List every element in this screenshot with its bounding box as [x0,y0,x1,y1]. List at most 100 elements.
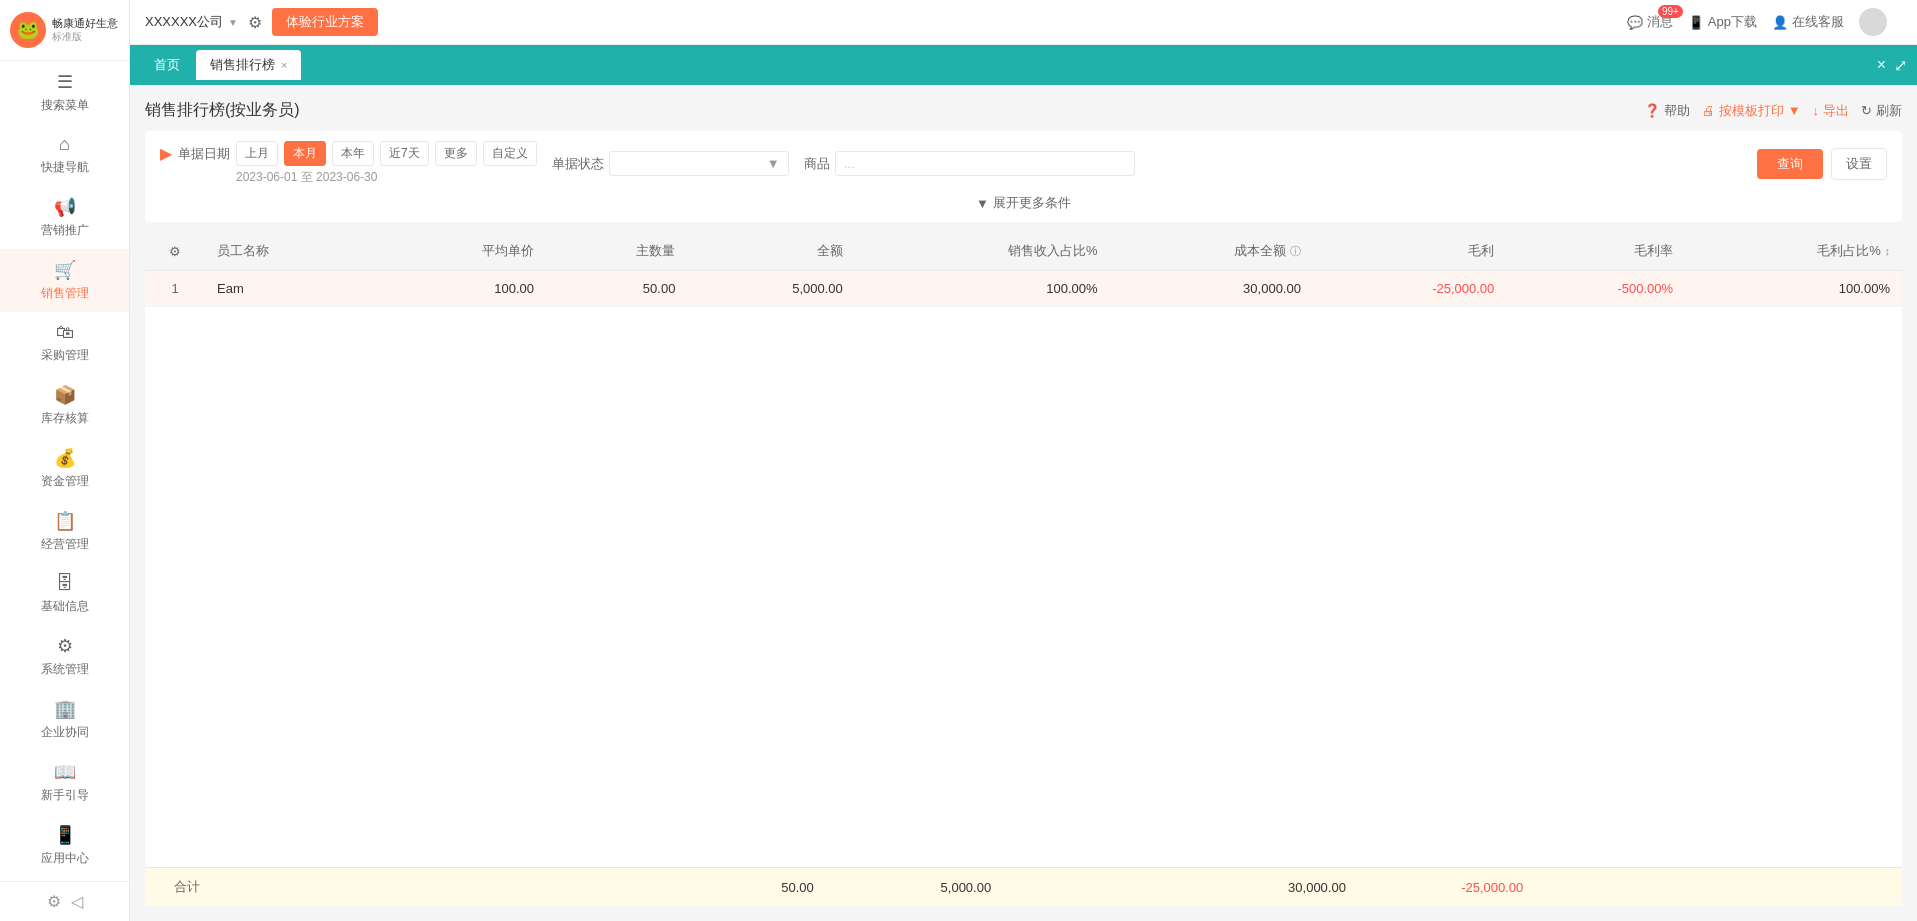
cell-sales-pct: 100.00% [855,271,1110,307]
online-service-button[interactable]: 👤 在线客服 [1772,13,1844,31]
help-icon: ❓ [1644,103,1660,118]
tabbar-right: × ⤢ [1877,56,1907,75]
date-btn-more[interactable]: 更多 [435,141,477,166]
sidebar-label-operation: 经营管理 [41,536,89,553]
date-btn-7-days[interactable]: 近7天 [380,141,429,166]
help-button[interactable]: ❓ 帮助 [1644,102,1690,120]
expand-down-icon: ▼ [976,196,989,211]
footer-gross-profit: -25,000.00 [1358,880,1535,895]
refresh-button[interactable]: ↻ 刷新 [1861,102,1902,120]
sidebar-item-guide[interactable]: 📖 新手引导 [0,751,129,814]
footer-gross-pct [1713,880,1890,895]
date-btn-current-month[interactable]: 本月 [284,141,326,166]
app-download-icon: 📱 [1688,15,1704,30]
settings-button[interactable]: 设置 [1831,148,1887,180]
table-row: 1 Eam 100.00 50.00 5,000.00 100.00% 30,0… [145,271,1902,307]
status-select[interactable]: ▼ [609,151,789,176]
col-header-gross-rate: 毛利率 [1506,232,1685,271]
sidebar-item-inventory[interactable]: 📦 库存核算 [0,374,129,437]
data-table: ⚙ 员工名称 平均单价 主数量 全额 销售收入占比% 成本全额 ⓘ 毛利 毛利率… [145,232,1902,307]
company-selector[interactable]: XXXXXX公司 ▼ [145,13,238,31]
status-filter-label: 单据状态 [552,155,604,173]
cell-name: Eam [205,271,376,307]
goods-input[interactable]: ... [835,151,1135,176]
avatar[interactable] [1859,8,1887,36]
logo-text-area: 畅康通好生意 标准版 [52,16,118,44]
sidebar-label-enterprise: 企业协同 [41,724,89,741]
finance-icon: 💰 [54,447,76,469]
print-button[interactable]: 🖨 按模板打印 ▼ [1702,102,1801,120]
table-scroll[interactable]: ⚙ 员工名称 平均单价 主数量 全额 销售收入占比% 成本全额 ⓘ 毛利 毛利率… [145,232,1902,867]
sidebar-item-enterprise[interactable]: 🏢 企业协同 [0,688,129,751]
print-dropdown-icon: ▼ [1788,103,1801,118]
logo-emoji: 🐸 [17,19,39,41]
date-filter-group: ▶ 单据日期 上月 本月 本年 近7天 更多 自定义 2023-06-01 至 … [160,141,537,186]
export-button[interactable]: ↓ 导出 [1813,102,1850,120]
sidebar-item-purchase[interactable]: 🛍 采购管理 [0,312,129,374]
sidebar-item-basic-info[interactable]: 🗄 基础信息 [0,563,129,625]
tab-minimize-icon[interactable]: × [1877,56,1886,74]
tab-maximize-icon[interactable]: ⤢ [1894,56,1907,75]
content-area: 销售排行榜(按业务员) ❓ 帮助 🖨 按模板打印 ▼ ↓ 导出 ↻ 刷新 [130,85,1917,921]
col-header-name: 员工名称 [205,232,376,271]
message-icon: 💬 [1627,15,1643,30]
tab-home[interactable]: 首页 [140,50,194,80]
sidebar-item-sales[interactable]: 🛒 销售管理 [0,249,129,312]
date-btn-last-month[interactable]: 上月 [236,141,278,166]
date-buttons-row: 单据日期 上月 本月 本年 近7天 更多 自定义 [178,141,537,166]
table-footer: 合计 50.00 5,000.00 30,000.00 -25,000.00 [145,867,1902,906]
company-dropdown-icon: ▼ [228,17,238,28]
quick-nav-icon: ⌂ [59,134,70,155]
tab-close-icon[interactable]: × [281,59,287,71]
export-label: 导出 [1823,102,1849,120]
expand-more-button[interactable]: ▼ 展开更多条件 [976,194,1071,212]
guide-icon: 📖 [54,761,76,783]
tab-sales-ranking[interactable]: 销售排行榜 × [196,50,301,80]
refresh-icon: ↻ [1861,103,1872,118]
logo-sub: 标准版 [52,30,118,44]
refresh-label: 刷新 [1876,102,1902,120]
search-order-icon: ☰ [57,71,73,93]
sidebar-item-search-order[interactable]: ☰ 搜索菜单 [0,61,129,124]
logo-area: 🐸 畅康通好生意 标准版 [0,0,129,61]
print-icon: 🖨 [1702,103,1715,118]
status-chevron-icon: ▼ [767,156,780,171]
sidebar-item-quick-nav[interactable]: ⌂ 快捷导航 [0,124,129,186]
page-actions: ❓ 帮助 🖨 按模板打印 ▼ ↓ 导出 ↻ 刷新 [1644,102,1902,120]
footer-gross-rate [1535,880,1712,895]
sidebar-item-operation[interactable]: 📋 经营管理 [0,500,129,563]
collapse-sidebar-icon[interactable]: ◁ [71,892,83,911]
topbar: XXXXXX公司 ▼ ⚙ 体验行业方案 💬 消息 99+ 📱 App下载 👤 在… [130,0,1917,45]
sidebar-label-app-center: 应用中心 [41,850,89,867]
logo-icon: 🐸 [10,12,46,48]
date-filter-content: 单据日期 上月 本月 本年 近7天 更多 自定义 2023-06-01 至 20… [178,141,537,186]
basic-info-icon: 🗄 [56,573,74,594]
message-button[interactable]: 💬 消息 99+ [1627,13,1673,31]
experience-button[interactable]: 体验行业方案 [272,8,378,36]
sidebar-item-marketing[interactable]: 📢 营销推广 [0,186,129,249]
sidebar-item-system[interactable]: ⚙ 系统管理 [0,625,129,688]
expand-filter-icon[interactable]: ▶ [160,144,172,163]
footer-cost-amount: 30,000.00 [1181,880,1358,895]
page-title: 销售排行榜(按业务员) [145,100,300,121]
sidebar-item-app-center[interactable]: 📱 应用中心 [0,814,129,877]
cell-main-qty: 50.00 [546,271,687,307]
app-download-button[interactable]: 📱 App下载 [1688,13,1757,31]
query-button[interactable]: 查询 [1757,149,1823,179]
sidebar-item-finance[interactable]: 💰 资金管理 [0,437,129,500]
topbar-settings-icon[interactable]: ⚙ [248,13,262,32]
footer-label: 合计 [157,878,217,896]
main-area: XXXXXX公司 ▼ ⚙ 体验行业方案 💬 消息 99+ 📱 App下载 👤 在… [130,0,1917,921]
date-range-text: 2023-06-01 至 2023-06-30 [178,166,537,186]
operation-icon: 📋 [54,510,76,532]
sidebar-label-basic-info: 基础信息 [41,598,89,615]
date-btn-custom[interactable]: 自定义 [483,141,537,166]
settings-footer-icon[interactable]: ⚙ [47,892,61,911]
filter-row-1: ▶ 单据日期 上月 本月 本年 近7天 更多 自定义 2023-06-01 至 … [160,141,1887,186]
table-body: 1 Eam 100.00 50.00 5,000.00 100.00% 30,0… [145,271,1902,307]
goods-placeholder: ... [844,156,855,171]
footer-amount: 5,000.00 [826,880,1003,895]
company-name: XXXXXX公司 [145,13,223,31]
expand-arrow-area: ▶ [160,141,172,163]
date-btn-this-year[interactable]: 本年 [332,141,374,166]
